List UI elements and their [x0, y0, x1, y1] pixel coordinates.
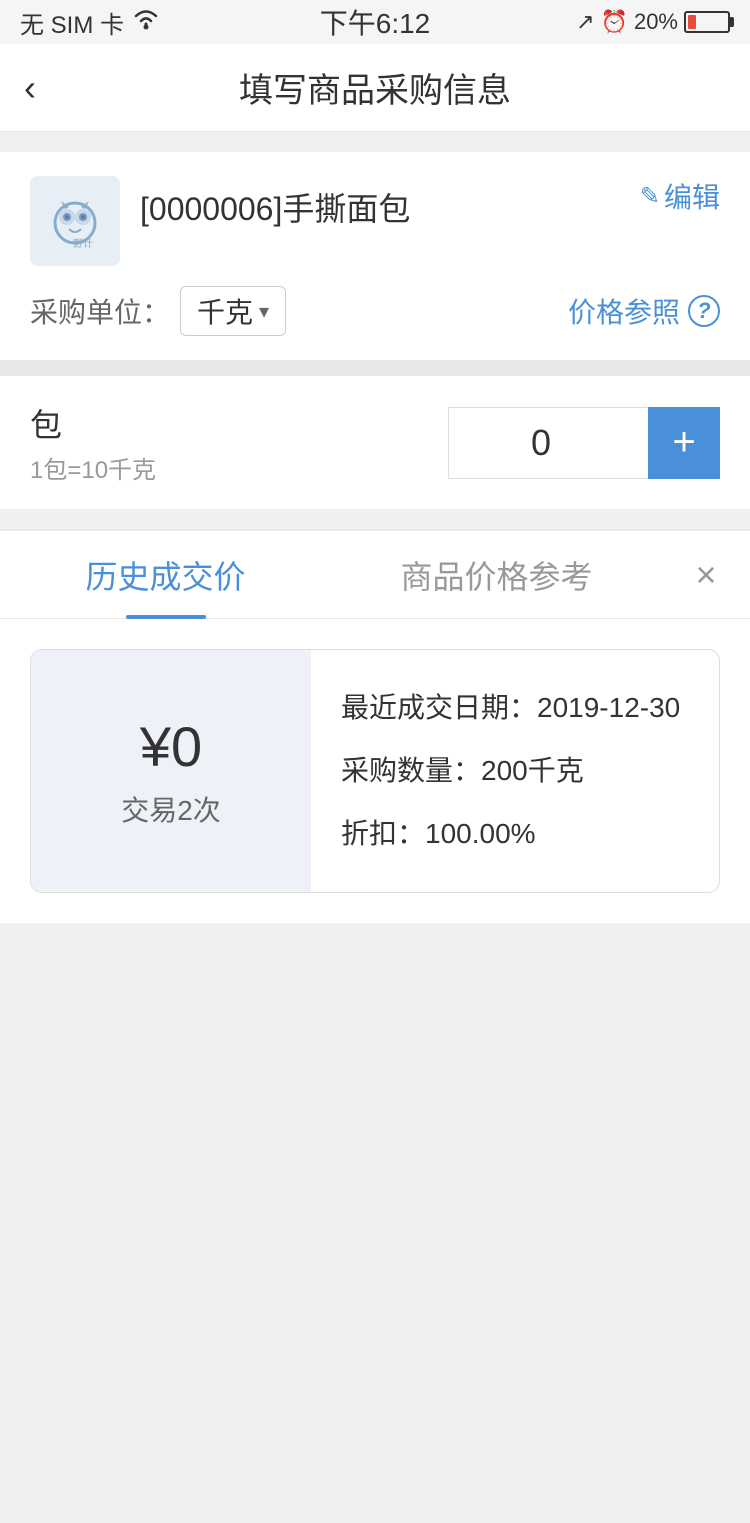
info-icon: ?	[688, 295, 720, 327]
unit-selector[interactable]: 千克 ▾	[180, 286, 286, 336]
back-button[interactable]: ‹	[24, 67, 36, 109]
status-carrier: 无 SIM 卡	[20, 5, 160, 40]
nav-bar: ‹ 填写商品采购信息	[0, 44, 750, 132]
edit-button[interactable]: ✎ 编辑	[640, 176, 720, 216]
carrier-text: 无 SIM 卡	[20, 5, 124, 40]
wifi-icon	[132, 8, 160, 37]
main-background	[0, 923, 750, 1523]
close-icon: ×	[695, 554, 716, 596]
purchase-quantity-row: 采购数量：200千克	[341, 749, 689, 794]
bottom-panel: 历史成交价 商品价格参考 × ¥0 交易2次 最近成交日期：2019-12-30…	[0, 529, 750, 923]
tab-history-label: 历史成交价	[85, 552, 245, 598]
unit-label: 采购单位：	[30, 291, 170, 331]
price-amount: ¥0	[140, 714, 202, 779]
tab-active-underline	[126, 615, 206, 619]
edit-icon: ✎	[640, 182, 660, 211]
discount-label: 折扣：	[341, 818, 425, 849]
tab-price-ref-label: 商品价格参考	[400, 552, 592, 598]
price-transactions: 交易2次	[121, 789, 221, 829]
status-indicators: ↗ ⏰ 20%	[576, 9, 730, 35]
product-thumb-icon: 野计	[45, 191, 105, 251]
purchase-quantity-value: 200千克	[481, 755, 584, 786]
purchase-quantity-label: 采购数量：	[341, 755, 481, 786]
quantity-input-wrap: +	[448, 407, 720, 479]
status-time: 下午6:12	[320, 2, 431, 42]
unit-select-value: 千克	[197, 291, 253, 331]
quantity-input[interactable]	[448, 407, 648, 479]
recent-date-value: 2019-12-30	[537, 692, 680, 723]
tab-history-price[interactable]: 历史成交价	[0, 531, 331, 619]
battery-percent: 20%	[634, 9, 678, 35]
price-details-col: 最近成交日期：2019-12-30 采购数量：200千克 折扣：100.00%	[311, 650, 719, 892]
product-card: 野计 [0000006]手撕面包 ✎ 编辑 采购单位： 千克 ▾ 价格参照 ?	[0, 152, 750, 360]
price-info-area: ¥0 交易2次 最近成交日期：2019-12-30 采购数量：200千克 折扣：…	[0, 619, 750, 923]
discount-value: 100.00%	[425, 818, 536, 849]
battery-icon	[684, 11, 730, 33]
section-divider	[0, 360, 750, 376]
price-info-card: ¥0 交易2次 最近成交日期：2019-12-30 采购数量：200千克 折扣：…	[30, 649, 720, 893]
discount-row: 折扣：100.00%	[341, 812, 689, 857]
product-name: [0000006]手撕面包	[140, 176, 410, 230]
tabs-bar: 历史成交价 商品价格参考 ×	[0, 531, 750, 619]
quantity-conversion: 1包=10千克	[30, 450, 156, 485]
tab-product-price-ref[interactable]: 商品价格参考	[331, 531, 662, 619]
location-icon: ↗	[576, 9, 594, 35]
quantity-plus-button[interactable]: +	[648, 407, 720, 479]
chevron-down-icon: ▾	[259, 299, 269, 324]
product-thumbnail: 野计	[30, 176, 120, 266]
page-title: 填写商品采购信息	[239, 63, 511, 112]
recent-date-row: 最近成交日期：2019-12-30	[341, 686, 689, 731]
price-ref-label: 价格参照	[568, 291, 680, 331]
quantity-unit-label: 包	[30, 400, 156, 446]
price-reference-button[interactable]: 价格参照 ?	[568, 291, 720, 331]
recent-date-label: 最近成交日期：	[341, 692, 537, 723]
svg-text:野计: 野计	[73, 237, 93, 250]
product-unit-row: 采购单位： 千克 ▾ 价格参照 ?	[30, 286, 720, 336]
price-summary-col: ¥0 交易2次	[31, 650, 311, 892]
close-panel-button[interactable]: ×	[662, 531, 750, 619]
status-bar: 无 SIM 卡 下午6:12 ↗ ⏰ 20%	[0, 0, 750, 44]
alarm-icon: ⏰	[601, 9, 628, 35]
quantity-row: 包 1包=10千克 +	[0, 376, 750, 509]
